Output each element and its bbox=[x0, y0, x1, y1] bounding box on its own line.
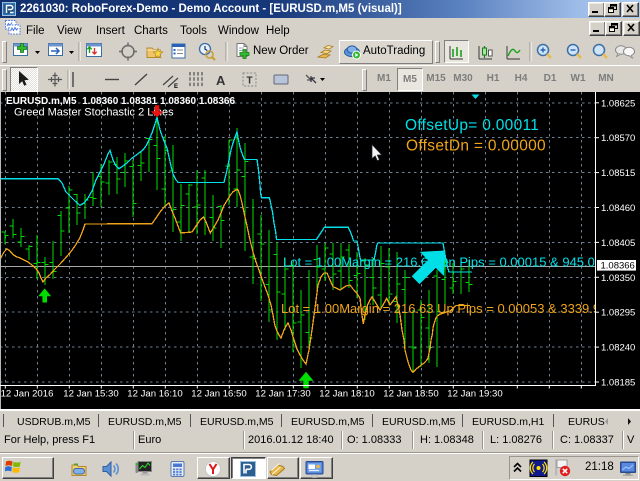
svg-text:12 Jan 18:10: 12 Jan 18:10 bbox=[319, 389, 374, 400]
svg-text:1.08295: 1.08295 bbox=[601, 308, 635, 319]
svg-text:1.08515: 1.08515 bbox=[601, 168, 635, 179]
svg-text:EURUSD.m,M5 1.08360 1.08381 1: EURUSD.m,M5 1.08360 1.08381 1.08360 1.08… bbox=[6, 96, 235, 107]
svg-text:T: T bbox=[247, 76, 253, 87]
svg-text:12 Jan 2016: 12 Jan 2016 bbox=[1, 389, 54, 400]
svg-text:E: E bbox=[174, 84, 178, 90]
svg-text:12 Jan 19:30: 12 Jan 19:30 bbox=[447, 389, 502, 400]
svg-text:12 Jan 17:30: 12 Jan 17:30 bbox=[255, 389, 310, 400]
svg-text:12 Jan 16:10: 12 Jan 16:10 bbox=[127, 389, 182, 400]
svg-text:OffsetDn = 0.00000: OffsetDn = 0.00000 bbox=[406, 138, 546, 155]
svg-text:A: A bbox=[216, 73, 226, 88]
svg-text:1.08405: 1.08405 bbox=[601, 238, 635, 249]
svg-text:1.08185: 1.08185 bbox=[601, 378, 635, 389]
svg-text:1.08350: 1.08350 bbox=[601, 273, 635, 284]
svg-text:12 Jan 16:50: 12 Jan 16:50 bbox=[191, 389, 246, 400]
svg-text:12 Jan 18:50: 12 Jan 18:50 bbox=[383, 389, 438, 400]
svg-text:1.08460: 1.08460 bbox=[601, 203, 635, 214]
svg-text:OffsetUp= 0.00011: OffsetUp= 0.00011 bbox=[405, 117, 539, 134]
svg-text:12 Jan 15:30: 12 Jan 15:30 bbox=[63, 389, 118, 400]
svg-text:1.08570: 1.08570 bbox=[601, 133, 635, 144]
svg-text:Greed Master Stochastic 2 Line: Greed Master Stochastic 2 Lines bbox=[14, 107, 174, 119]
svg-text:1.08366: 1.08366 bbox=[601, 261, 635, 272]
svg-text:1.08240: 1.08240 bbox=[601, 343, 635, 354]
svg-text:Lot = 1.00Margin = 216.63 Up P: Lot = 1.00Margin = 216.63 Up Pips = 0.00… bbox=[281, 301, 600, 316]
svg-text:1.08625: 1.08625 bbox=[601, 98, 635, 109]
